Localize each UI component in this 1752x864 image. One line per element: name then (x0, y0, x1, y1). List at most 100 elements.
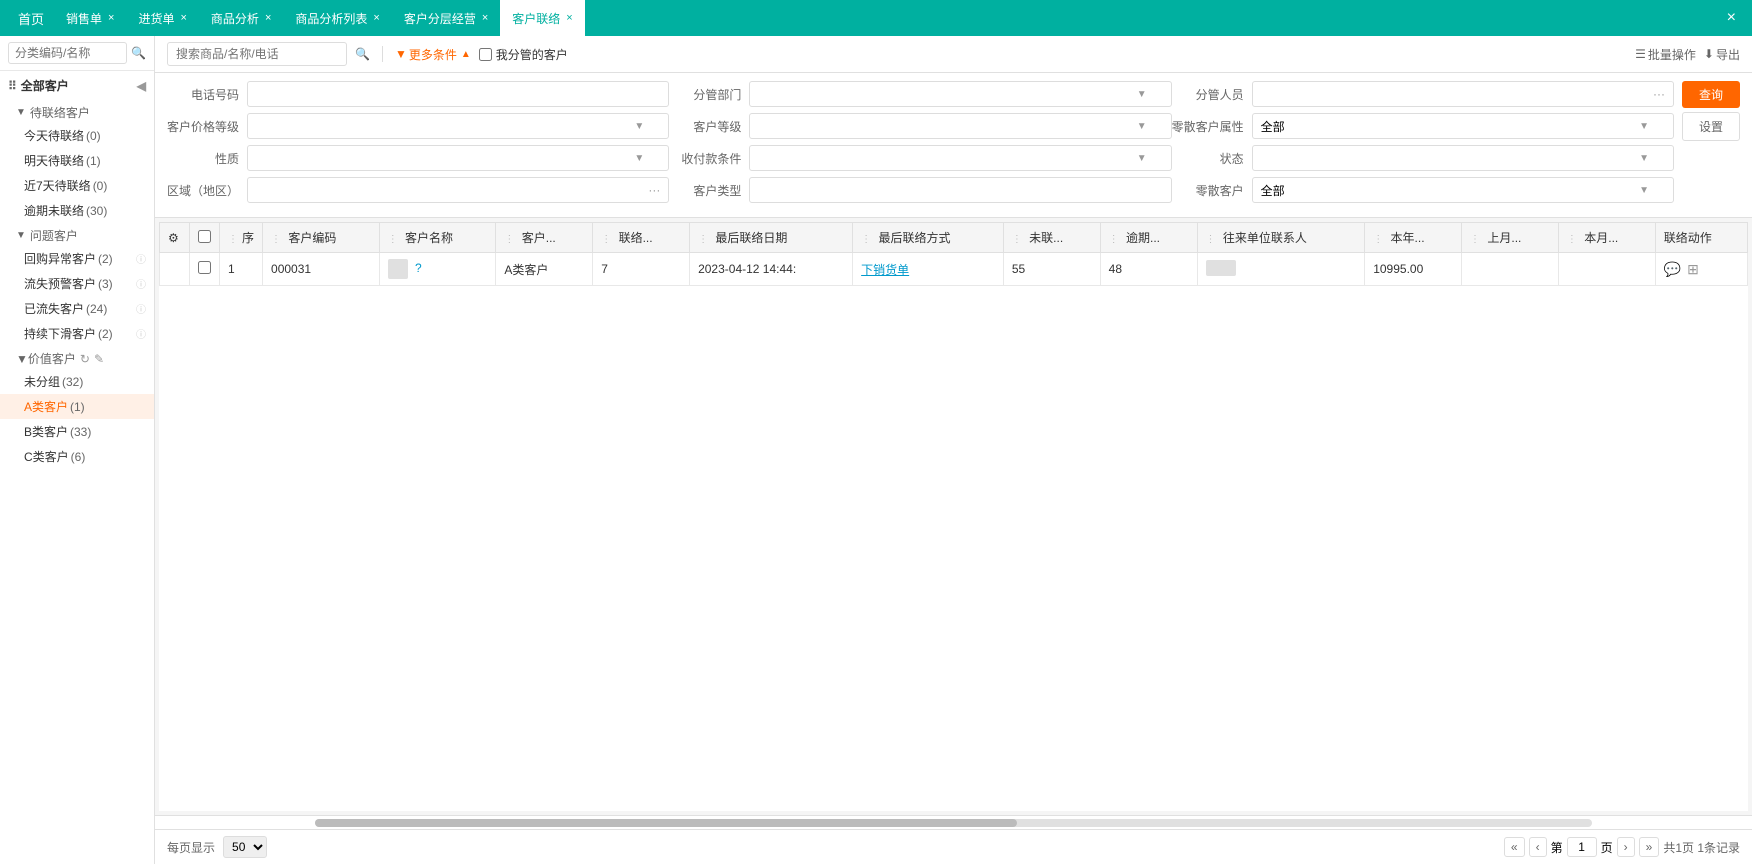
th-last-contact-date: ⋮ 最后联络日期 (690, 223, 853, 253)
filter-cell-nature: 性质 ▼ (167, 145, 669, 171)
close-analysis-list-tab[interactable]: × (373, 12, 379, 24)
input-phone[interactable] (247, 81, 669, 107)
td-contacts (1197, 253, 1365, 286)
sidebar-item-class-b[interactable]: B类客户 (33) (0, 419, 154, 444)
sidebar-search-input[interactable] (8, 42, 127, 64)
next-page-btn[interactable]: › (1617, 837, 1635, 857)
last-page-btn[interactable]: » (1639, 837, 1660, 857)
my-customers-checkbox-label[interactable]: 我分管的客户 (479, 46, 568, 63)
filter-cell-customer-type: 客户类型 (669, 177, 1171, 203)
filter-row-1: 电话号码 分管部门 ▼ 分管人员 (167, 81, 1674, 107)
contact-method-link[interactable]: 下销货单 (861, 263, 909, 277)
td-row-actions: 💬 ⊞ (1655, 253, 1747, 286)
input-customer-type[interactable] (749, 177, 1171, 203)
label-phone: 电话号码 (167, 86, 247, 103)
arrow-pending: ▼ (16, 107, 26, 118)
customer-name[interactable]: ? (415, 261, 422, 275)
th-customer-type: ⋮ 客户... (496, 223, 593, 253)
refresh-icon[interactable]: ↻ (80, 352, 90, 366)
sidebar-search-icon[interactable]: 🔍 (131, 46, 146, 60)
select-status[interactable]: ▼ (1252, 145, 1674, 171)
batch-operations-btn[interactable]: ☰ 批量操作 (1635, 46, 1696, 63)
group-title-problem[interactable]: ▼ 问题客户 (0, 223, 154, 246)
settings-button[interactable]: 设置 (1682, 112, 1740, 141)
sidebar-item-today[interactable]: 今天待联络 (0) (0, 123, 154, 148)
select-retail-customer[interactable]: 全部 ▼ (1252, 177, 1674, 203)
group-title-value[interactable]: ▼ 价值客户 ↻ ✎ (0, 346, 154, 369)
page-size-select[interactable]: 50 (223, 836, 267, 858)
sidebar-item-abnormal[interactable]: 回购异常客户 (2) ⓘ (0, 246, 154, 271)
export-icon: ⬇ (1704, 47, 1714, 61)
select-payment[interactable]: ▼ (749, 145, 1171, 171)
group-title-pending[interactable]: ▼ 待联络客户 (0, 100, 154, 123)
select-customer-level[interactable]: ▼ (749, 113, 1171, 139)
sidebar-item-class-a[interactable]: A类客户 (1) (0, 394, 154, 419)
query-button[interactable]: 查询 (1682, 81, 1740, 108)
select-price-level[interactable]: ▼ (247, 113, 669, 139)
sidebar-item-tomorrow[interactable]: 明天待联络 (1) (0, 148, 154, 173)
nav-tab-analysis[interactable]: 商品分析 × (199, 0, 283, 36)
resizer-this-month: ⋮ (1567, 234, 1577, 245)
filter-cell-dept: 分管部门 ▼ (669, 81, 1171, 107)
input-manager[interactable]: ··· (1252, 81, 1674, 107)
dots-manager[interactable]: ··· (1653, 87, 1665, 101)
divider (382, 46, 383, 62)
page-number-input[interactable] (1567, 837, 1597, 857)
my-customers-checkbox[interactable] (479, 48, 492, 61)
row-checkbox[interactable] (198, 261, 211, 274)
sidebar-item-loss-warning[interactable]: 流失预警客户 (3) ⓘ (0, 271, 154, 296)
toolbar-search-icon[interactable]: 🔍 (355, 47, 370, 61)
dots-region[interactable]: ··· (648, 183, 660, 197)
select-all-checkbox[interactable] (198, 230, 211, 243)
more-icon-btn[interactable]: ⊞ (1687, 261, 1699, 278)
label-customer-level: 客户等级 (669, 118, 749, 135)
all-customers-label: 全部客户 (21, 77, 69, 94)
close-sales-tab[interactable]: × (108, 12, 114, 24)
filter-btn[interactable]: ▼ 更多条件 ▲ (395, 46, 471, 63)
table-header: ⚙ ⋮序 ⋮ 客户编码 ⋮ (160, 223, 1748, 253)
input-region[interactable]: ··· (247, 177, 669, 203)
edit-icon[interactable]: ✎ (94, 352, 104, 366)
close-purchase-tab[interactable]: × (180, 12, 186, 24)
sidebar-item-declining[interactable]: 持续下滑客户 (2) ⓘ (0, 321, 154, 346)
td-this-month (1558, 253, 1655, 286)
filter-cell-payment: 收付款条件 ▼ (669, 145, 1171, 171)
toolbar-search-input[interactable] (167, 42, 347, 66)
label-region: 区域（地区） (167, 182, 247, 199)
nav-tab-analysis-list[interactable]: 商品分析列表 × (283, 0, 391, 36)
close-customer-mgmt-tab[interactable]: × (482, 12, 488, 24)
export-btn[interactable]: ⬇ 导出 (1704, 46, 1740, 63)
close-all-btn[interactable]: × (1719, 5, 1744, 31)
sidebar-item-overdue[interactable]: 逾期未联络 (30) (0, 198, 154, 223)
nav-tab-customer-contact[interactable]: 客户联络 × (500, 0, 584, 36)
resizer-code: ⋮ (271, 234, 281, 245)
horizontal-scrollbar[interactable] (155, 815, 1752, 829)
chat-icon-btn[interactable]: 💬 (1664, 261, 1681, 278)
nav-tab-purchase[interactable]: 进货单 × (126, 0, 198, 36)
close-customer-contact-tab[interactable]: × (566, 12, 572, 24)
prev-page-btn[interactable]: ‹ (1529, 837, 1547, 857)
first-page-btn[interactable]: « (1504, 837, 1525, 857)
select-retail-attr[interactable]: 全部 ▼ (1252, 113, 1674, 139)
collapse-sidebar-icon[interactable]: ◀ (137, 79, 146, 93)
select-nature[interactable]: ▼ (247, 145, 669, 171)
nav-tab-sales[interactable]: 销售单 × (54, 0, 126, 36)
td-last-contact-date: 2023-04-12 14:44: (690, 253, 853, 286)
resizer-contacts: ⋮ (1206, 234, 1216, 245)
sidebar-item-7days[interactable]: 近7天待联络 (0) (0, 173, 154, 198)
sidebar-item-class-c[interactable]: C类客户 (6) (0, 444, 154, 469)
chevron-price-level: ▼ (634, 121, 644, 132)
th-last-contact-method: ⋮ 最后联络方式 (853, 223, 1004, 253)
scrollbar-thumb[interactable] (315, 819, 1017, 827)
select-dept[interactable]: ▼ (749, 81, 1171, 107)
sidebar-item-unclassified[interactable]: 未分组 (32) (0, 369, 154, 394)
batch-icon: ☰ (1635, 47, 1646, 61)
nav-home[interactable]: 首页 (8, 9, 54, 28)
top-nav: 首页 销售单 × 进货单 × 商品分析 × 商品分析列表 × 客户分层经营 × … (0, 0, 1752, 36)
settings-icon[interactable]: ⚙ (168, 231, 179, 245)
th-settings[interactable]: ⚙ (160, 223, 190, 253)
nav-tab-customer-mgmt[interactable]: 客户分层经营 × (392, 0, 500, 36)
sidebar-item-lost[interactable]: 已流失客户 (24) ⓘ (0, 296, 154, 321)
th-contact-count: ⋮ 联络... (593, 223, 690, 253)
close-analysis-tab[interactable]: × (265, 12, 271, 24)
